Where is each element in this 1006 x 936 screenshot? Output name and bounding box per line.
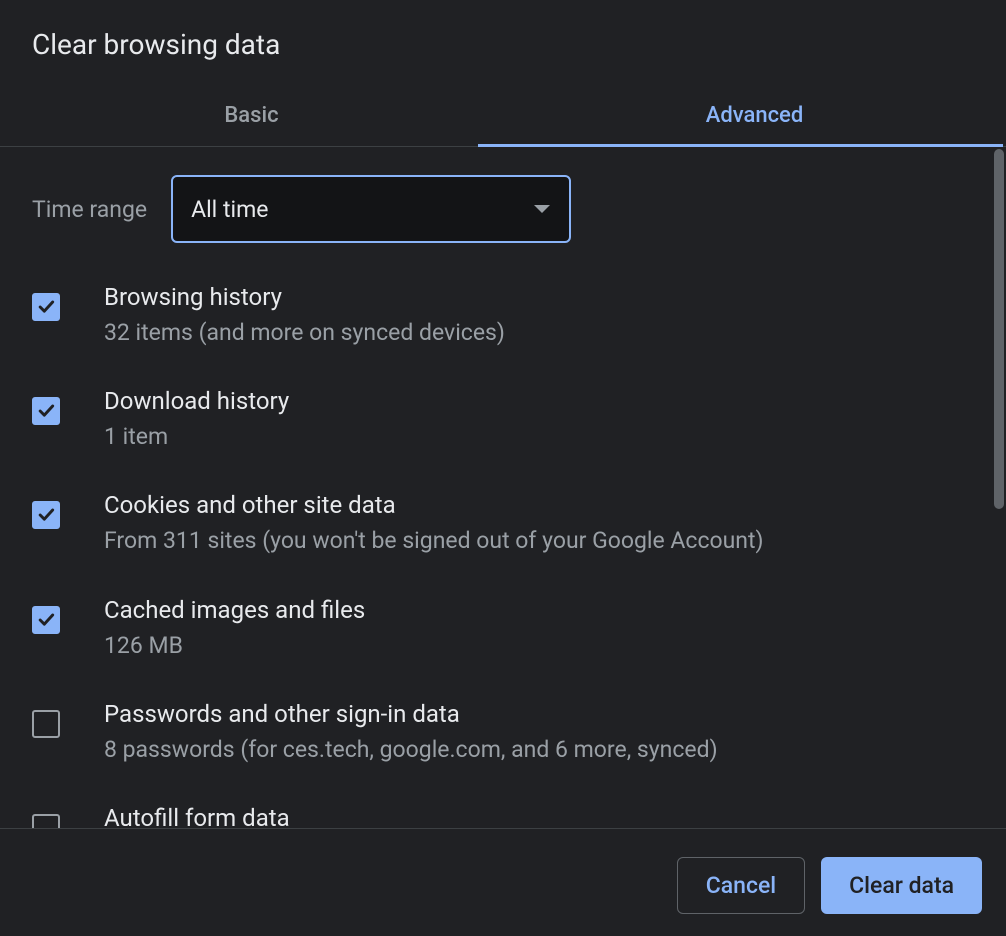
- option-cached: Cached images and files 126 MB: [32, 596, 974, 662]
- option-subtitle: 126 MB: [104, 630, 974, 662]
- checkbox-download-history[interactable]: [32, 397, 60, 425]
- time-range-value: All time: [191, 196, 533, 223]
- tab-basic[interactable]: Basic: [0, 85, 503, 146]
- option-title: Autofill form data: [104, 804, 974, 828]
- option-subtitle: 1 item: [104, 421, 974, 453]
- option-title: Download history: [104, 387, 974, 415]
- option-browsing-history: Browsing history 32 items (and more on s…: [32, 283, 974, 349]
- checkbox-cookies[interactable]: [32, 501, 60, 529]
- time-range-select[interactable]: All time: [171, 175, 571, 243]
- tab-advanced[interactable]: Advanced: [503, 85, 1006, 146]
- option-title: Cookies and other site data: [104, 491, 974, 519]
- time-range-row: Time range All time: [32, 175, 974, 243]
- option-text: Browsing history 32 items (and more on s…: [104, 283, 974, 349]
- chevron-down-icon: [533, 204, 551, 214]
- option-subtitle: From 311 sites (you won't be signed out …: [104, 525, 974, 557]
- option-text: Cookies and other site data From 311 sit…: [104, 491, 974, 557]
- option-text: Cached images and files 126 MB: [104, 596, 974, 662]
- option-cookies: Cookies and other site data From 311 sit…: [32, 491, 974, 557]
- option-autofill: Autofill form data: [32, 804, 974, 828]
- option-subtitle: 8 passwords (for ces.tech, google.com, a…: [104, 734, 974, 766]
- checkmark-icon: [36, 610, 56, 630]
- clear-browsing-data-dialog: Clear browsing data Basic Advanced Time …: [0, 0, 1006, 936]
- option-title: Cached images and files: [104, 596, 974, 624]
- option-text: Download history 1 item: [104, 387, 974, 453]
- option-text: Autofill form data: [104, 804, 974, 828]
- checkbox-autofill[interactable]: [32, 814, 60, 828]
- time-range-label: Time range: [32, 196, 147, 223]
- option-download-history: Download history 1 item: [32, 387, 974, 453]
- button-bar: Cancel Clear data: [0, 828, 1006, 936]
- dialog-title: Clear browsing data: [0, 0, 1006, 85]
- checkbox-browsing-history[interactable]: [32, 293, 60, 321]
- options-list: Browsing history 32 items (and more on s…: [32, 283, 974, 828]
- content-area: Time range All time Browsing history 32 …: [0, 147, 1006, 828]
- checkmark-icon: [36, 505, 56, 525]
- option-title: Browsing history: [104, 283, 974, 311]
- option-subtitle: 32 items (and more on synced devices): [104, 317, 974, 349]
- cancel-button[interactable]: Cancel: [677, 857, 805, 914]
- checkbox-passwords[interactable]: [32, 710, 60, 738]
- clear-data-button[interactable]: Clear data: [821, 857, 982, 914]
- option-passwords: Passwords and other sign-in data 8 passw…: [32, 700, 974, 766]
- option-title: Passwords and other sign-in data: [104, 700, 974, 728]
- checkmark-icon: [36, 401, 56, 421]
- scrollbar-thumb[interactable]: [994, 149, 1004, 509]
- tabs-bar: Basic Advanced: [0, 85, 1006, 147]
- checkmark-icon: [36, 297, 56, 317]
- option-text: Passwords and other sign-in data 8 passw…: [104, 700, 974, 766]
- checkbox-cached[interactable]: [32, 606, 60, 634]
